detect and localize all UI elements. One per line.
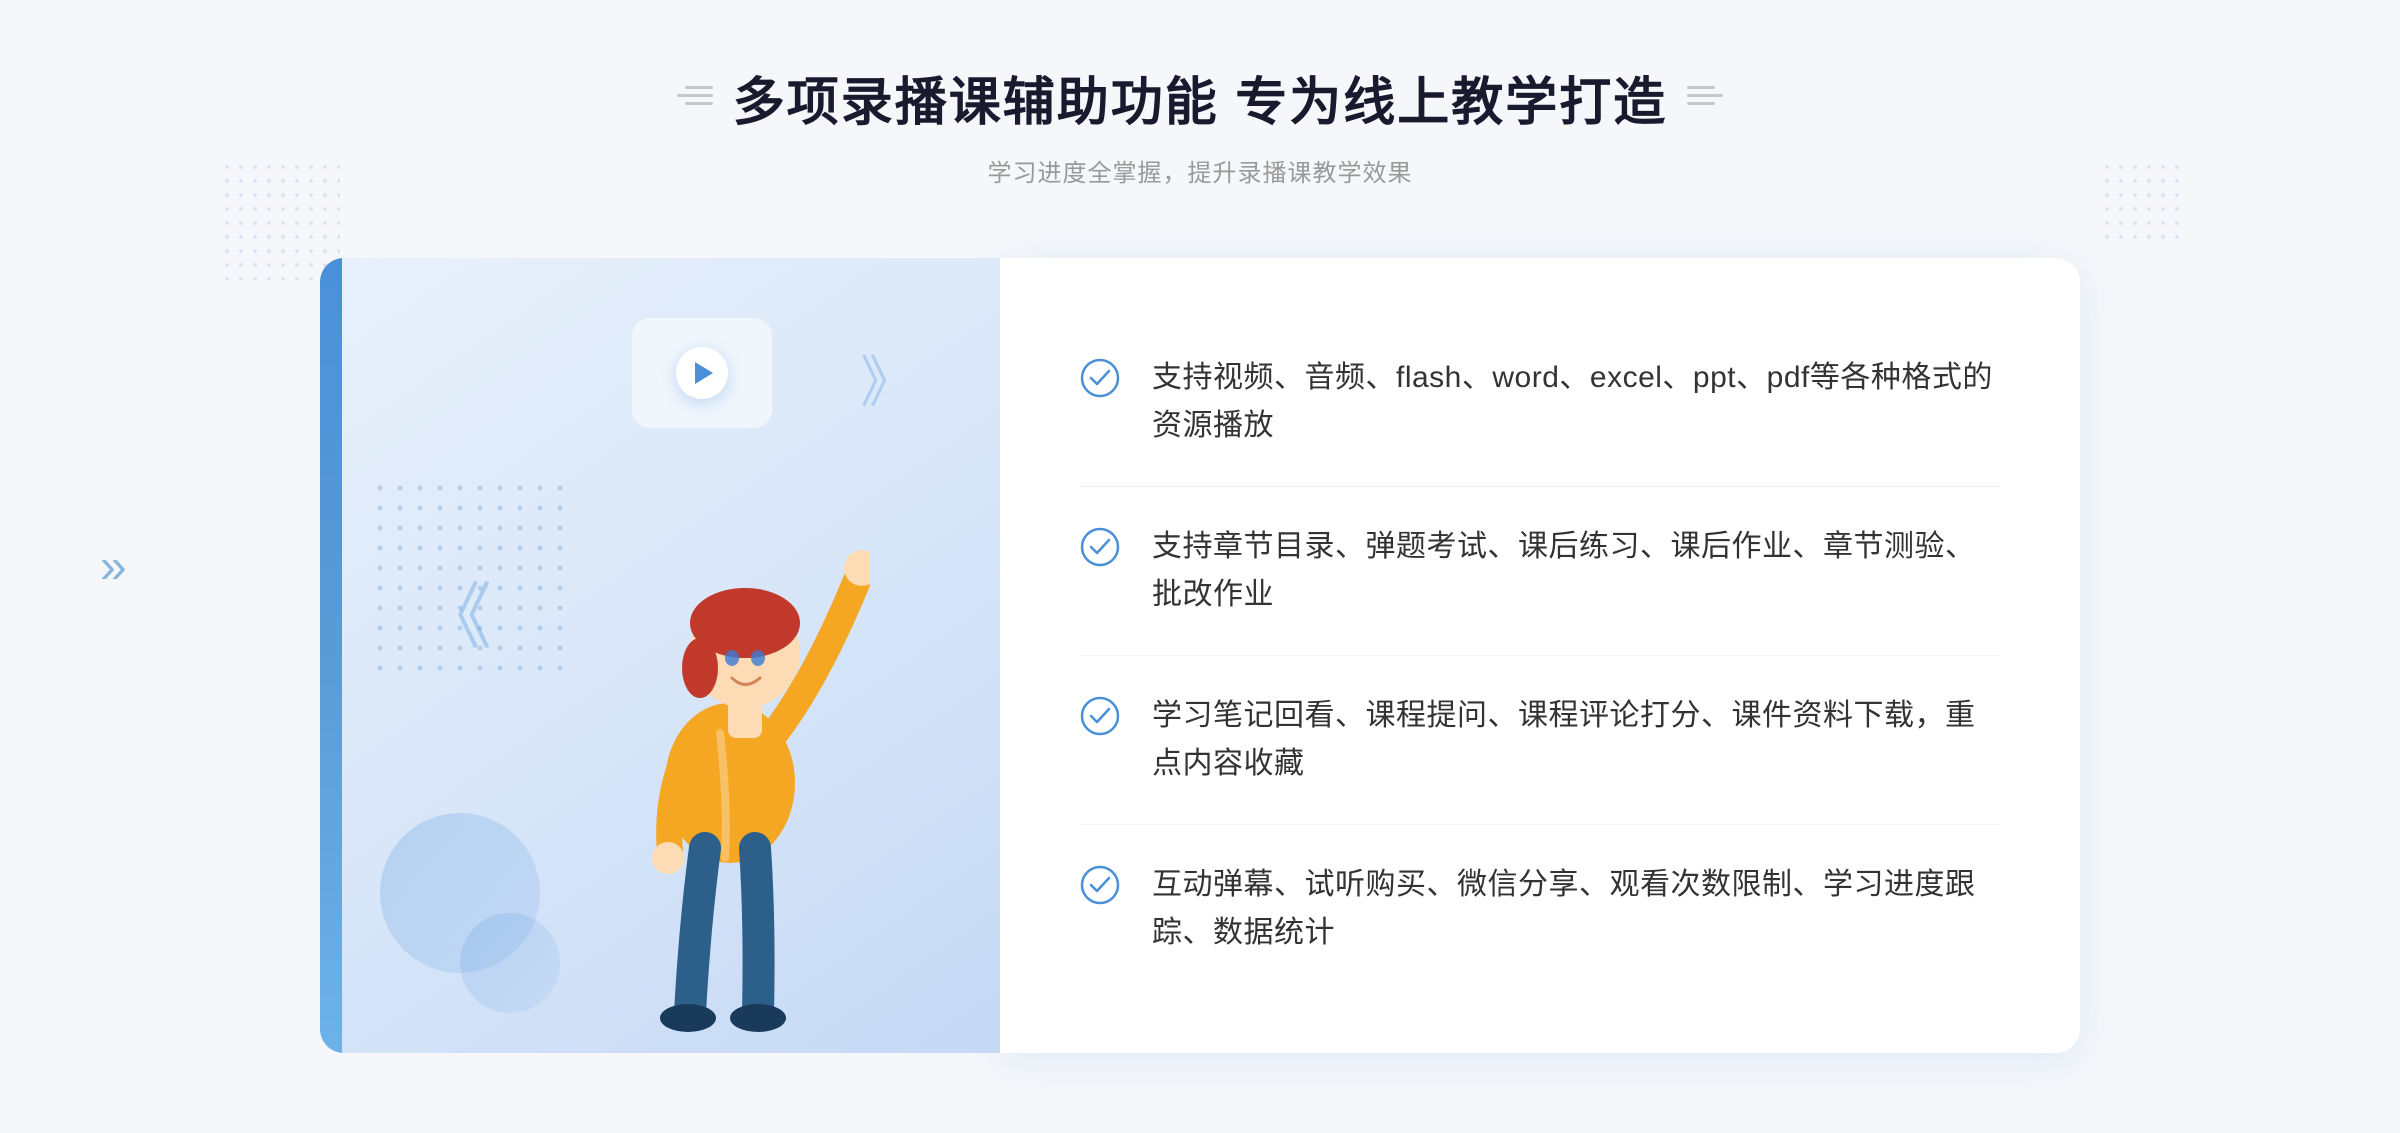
play-icon [676,347,728,399]
check-icon-3 [1080,696,1120,736]
feature-item-1: 支持视频、音频、flash、word、excel、ppt、pdf等各种格式的资源… [1080,318,2000,487]
feature-item-3: 学习笔记回看、课程提问、课程评论打分、课件资料下载，重点内容收藏 [1080,656,2000,825]
feature-text-4: 互动弹幕、试听购买、微信分享、观看次数限制、学习进度跟踪、数据统计 [1152,861,2000,957]
features-card: 支持视频、音频、flash、word、excel、ppt、pdf等各种格式的资源… [1000,258,2080,1053]
illustration-card [320,258,1000,1053]
check-icon-1 [1080,358,1120,398]
blue-accent-bar [320,258,342,1053]
feature-item-4: 互动弹幕、试听购买、微信分享、观看次数限制、学习进度跟踪、数据统计 [1080,825,2000,993]
feature-text-2: 支持章节目录、弹题考试、课后练习、课后作业、章节测验、批改作业 [1152,523,2000,619]
person-illustration [590,473,870,1053]
chevron-left-decoration: » [100,539,127,594]
feature-text-1: 支持视频、音频、flash、word、excel、ppt、pdf等各种格式的资源… [1152,354,2000,450]
video-bubble [632,318,772,428]
header-title-row: 多项录播课辅助功能 专为线上教学打造 [677,60,1723,135]
content-area: 支持视频、音频、flash、word、excel、ppt、pdf等各种格式的资源… [320,258,2080,1053]
check-icon-4 [1080,865,1120,905]
title-decoration-right [1687,86,1723,110]
sub-title: 学习进度全掌握，提升录播课教学效果 [677,153,1723,188]
feature-text-3: 学习笔记回看、课程提问、课程评论打分、课件资料下载，重点内容收藏 [1152,692,2000,788]
dots-decoration-right [2100,160,2180,240]
feature-item-2: 支持章节目录、弹题考试、课后练习、课后作业、章节测验、批改作业 [1080,487,2000,656]
circle-decoration-2 [460,913,560,1013]
check-icon-2 [1080,527,1120,567]
lines-decoration [420,558,500,638]
page-wrapper: » 多项录播课辅助功能 专为线上教学打造 学习进度全掌握，提升录播课教学效果 [0,0,2400,1133]
title-decoration-left [677,86,713,110]
main-title: 多项录播课辅助功能 专为线上教学打造 [733,60,1667,135]
lines-top-right [860,338,920,398]
header-section: 多项录播课辅助功能 专为线上教学打造 学习进度全掌握，提升录播课教学效果 [677,60,1723,188]
